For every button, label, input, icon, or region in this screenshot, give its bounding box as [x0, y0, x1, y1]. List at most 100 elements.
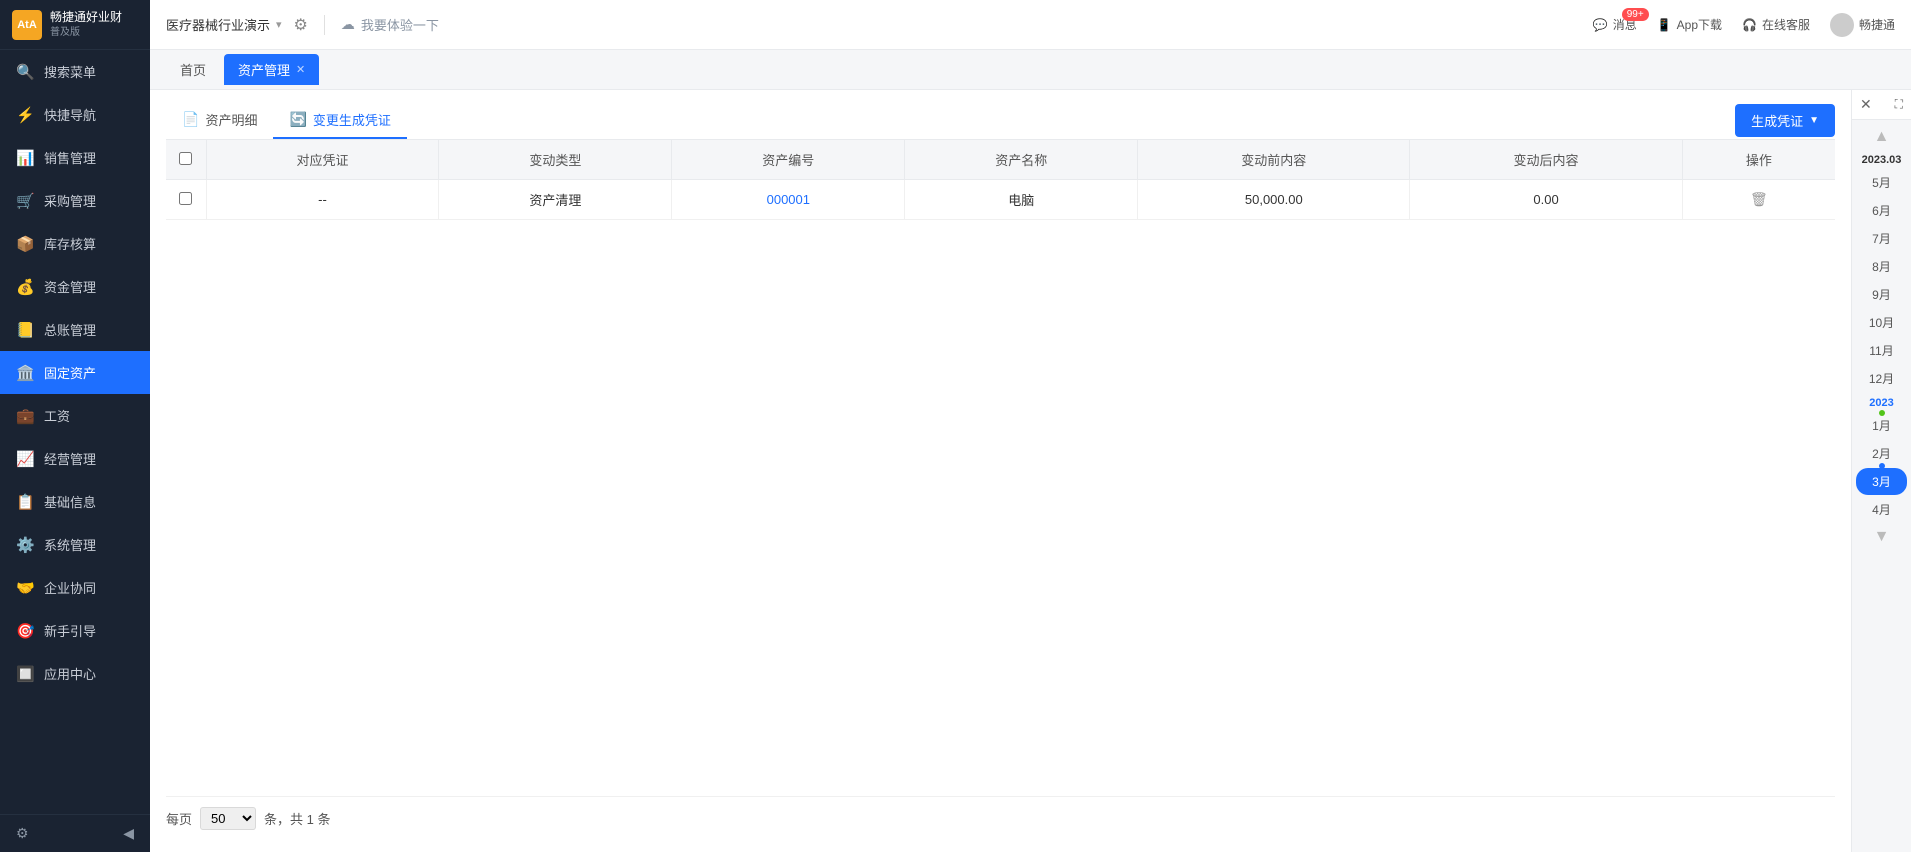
table-footer: 每页 50 10 20 100 条，共 1 条	[166, 796, 1835, 840]
per-page-select[interactable]: 50 10 20 100	[200, 807, 256, 830]
sidebar-item-fund[interactable]: 💰 资金管理	[0, 265, 150, 308]
sidebar-item-search[interactable]: 🔍 搜索菜单	[0, 50, 150, 93]
message-icon: 💬	[1593, 18, 1608, 32]
company-dropdown-icon: ▾	[276, 18, 282, 31]
customer-service-btn[interactable]: 🎧 在线客服	[1742, 16, 1810, 33]
collapse-icon[interactable]: ◀	[123, 825, 134, 842]
sidebar-item-app-center[interactable]: 🔲 应用中心	[0, 652, 150, 695]
row-before-change: 50,000.00	[1138, 180, 1410, 220]
logo-name: 畅捷通好业财	[50, 10, 122, 26]
calendar-scroll-down[interactable]: ▼	[1852, 524, 1911, 550]
sidebar-label-salary: 工资	[44, 406, 70, 425]
calendar-month-11[interactable]: 11月	[1856, 337, 1907, 364]
message-btn[interactable]: 💬 消息 99+	[1593, 16, 1637, 33]
row-checkbox[interactable]	[179, 192, 192, 205]
row-checkbox-cell	[166, 180, 206, 220]
fixed-assets-icon: 🏛️	[16, 364, 34, 382]
asset-detail-label: 资产明细	[205, 110, 257, 129]
sidebar-item-management[interactable]: 📈 经营管理	[0, 437, 150, 480]
row-asset-code: 000001	[672, 180, 905, 220]
total-label: 条，共 1 条	[264, 809, 330, 828]
th-after-change: 变动后内容	[1410, 140, 1682, 180]
user-area[interactable]: 畅捷通	[1830, 13, 1895, 37]
table-row: -- 资产清理 000001 电脑 50,000.00 0.00 🗑	[166, 180, 1835, 220]
right-panel: ✕ ⛶ ▲ 2023.03 5月 6月 7月 8月 9月 10月 11月 12月…	[1851, 90, 1911, 852]
change-voucher-icon: 🔄	[289, 111, 306, 128]
row-action: 🗑	[1682, 180, 1835, 220]
select-all-checkbox[interactable]	[179, 152, 192, 165]
sidebar-footer: ⚙ ◀	[0, 814, 150, 852]
sidebar-label-app-center: 应用中心	[44, 664, 96, 683]
right-panel-close-icon[interactable]: ✕	[1860, 96, 1872, 113]
sidebar-item-purchase[interactable]: 🛒 采购管理	[0, 179, 150, 222]
sidebar-item-inventory[interactable]: 📦 库存核算	[0, 222, 150, 265]
app-download-btn[interactable]: 📱 App下载	[1657, 16, 1722, 33]
sidebar-item-quick-nav[interactable]: ⚡ 快捷导航	[0, 93, 150, 136]
sidebar-label-management: 经营管理	[44, 449, 96, 468]
sub-tab-change-voucher[interactable]: 🔄 变更生成凭证	[273, 102, 406, 139]
calendar-month-12[interactable]: 12月	[1856, 365, 1907, 392]
calendar-year-label-top: 2023.03	[1852, 150, 1911, 168]
basic-info-icon: 📋	[16, 493, 34, 511]
sub-tab-asset-detail[interactable]: 📄 资产明细	[166, 102, 273, 139]
sidebar-item-basic-info[interactable]: 📋 基础信息	[0, 480, 150, 523]
delete-row-button[interactable]: 🗑	[1750, 191, 1768, 207]
calendar-month-5[interactable]: 5月	[1856, 169, 1907, 196]
salary-icon: 💼	[16, 407, 34, 425]
sidebar-item-guide[interactable]: 🎯 新手引导	[0, 609, 150, 652]
hint-area[interactable]: ☁ 我要体验一下	[341, 15, 439, 34]
sidebar-item-sales[interactable]: 📊 销售管理	[0, 136, 150, 179]
user-avatar	[1830, 13, 1854, 37]
calendar-month-1[interactable]: 1月	[1856, 412, 1907, 439]
sidebar-label-fixed-assets: 固定资产	[44, 363, 96, 382]
row-voucher: --	[206, 180, 439, 220]
generate-voucher-button[interactable]: 生成凭证 ▼	[1735, 104, 1835, 137]
ledger-icon: 📒	[16, 321, 34, 339]
logo-text: 畅捷通好业财 普及版	[50, 10, 122, 39]
per-page-label: 每页	[166, 809, 192, 828]
calendar-scroll-up[interactable]: ▲	[1852, 124, 1911, 150]
calendar-month-6[interactable]: 6月	[1856, 197, 1907, 224]
sidebar-item-collab[interactable]: 🤝 企业协同	[0, 566, 150, 609]
app-center-icon: 🔲	[16, 665, 34, 683]
search-icon: 🔍	[16, 63, 34, 81]
content-main: 📄 资产明细 🔄 变更生成凭证 生成凭证 ▼	[150, 90, 1851, 852]
table-wrapper: 对应凭证 变动类型 资产编号 资产名称 变动前内容 变动后内容 操作	[166, 140, 1835, 796]
calendar-month-8[interactable]: 8月	[1856, 253, 1907, 280]
customer-service-label: 在线客服	[1762, 16, 1810, 33]
sidebar-label-fund: 资金管理	[44, 277, 96, 296]
asset-mgmt-label: 资产管理	[238, 60, 290, 79]
settings-gear-icon[interactable]: ⚙	[294, 15, 308, 35]
right-panel-expand-icon[interactable]: ⛶	[1895, 97, 1903, 112]
sidebar-item-system[interactable]: ⚙️ 系统管理	[0, 523, 150, 566]
company-selector[interactable]: 医疗器械行业演示 ▾	[166, 15, 282, 34]
settings-icon[interactable]: ⚙	[16, 825, 29, 842]
calendar-month-4[interactable]: 4月	[1856, 496, 1907, 523]
sidebar-item-ledger[interactable]: 📒 总账管理	[0, 308, 150, 351]
calendar-month-2[interactable]: 2月	[1856, 440, 1907, 467]
th-asset-code: 资产编号	[672, 140, 905, 180]
sidebar-label-search: 搜索菜单	[44, 62, 96, 81]
sidebar-label-sales: 销售管理	[44, 148, 96, 167]
calendar-month-9[interactable]: 9月	[1856, 281, 1907, 308]
app-download-label: App下载	[1677, 16, 1722, 33]
tab-asset-mgmt[interactable]: 资产管理 ✕	[224, 54, 319, 85]
calendar-month-10[interactable]: 10月	[1856, 309, 1907, 336]
tab-home[interactable]: 首页	[166, 54, 220, 85]
sidebar-item-fixed-assets[interactable]: 🏛️ 固定资产	[0, 351, 150, 394]
message-badge: 99+	[1622, 8, 1649, 21]
calendar-month-3-current[interactable]: 3月	[1856, 468, 1907, 495]
topbar-right: 💬 消息 99+ 📱 App下载 🎧 在线客服 畅捷通	[1593, 13, 1895, 37]
row-change-type: 资产清理	[439, 180, 672, 220]
service-icon: 🎧	[1742, 18, 1757, 32]
generate-btn-arrow: ▼	[1809, 115, 1819, 126]
sidebar-item-salary[interactable]: 💼 工资	[0, 394, 150, 437]
quicknav-icon: ⚡	[16, 106, 34, 124]
tab-close-icon[interactable]: ✕	[296, 63, 305, 76]
sidebar-label-quick-nav: 快捷导航	[44, 105, 96, 124]
guide-icon: 🎯	[16, 622, 34, 640]
content-area: 📄 资产明细 🔄 变更生成凭证 生成凭证 ▼	[150, 90, 1911, 852]
th-change-type: 变动类型	[439, 140, 672, 180]
calendar-month-7[interactable]: 7月	[1856, 225, 1907, 252]
sidebar-label-inventory: 库存核算	[44, 234, 96, 253]
